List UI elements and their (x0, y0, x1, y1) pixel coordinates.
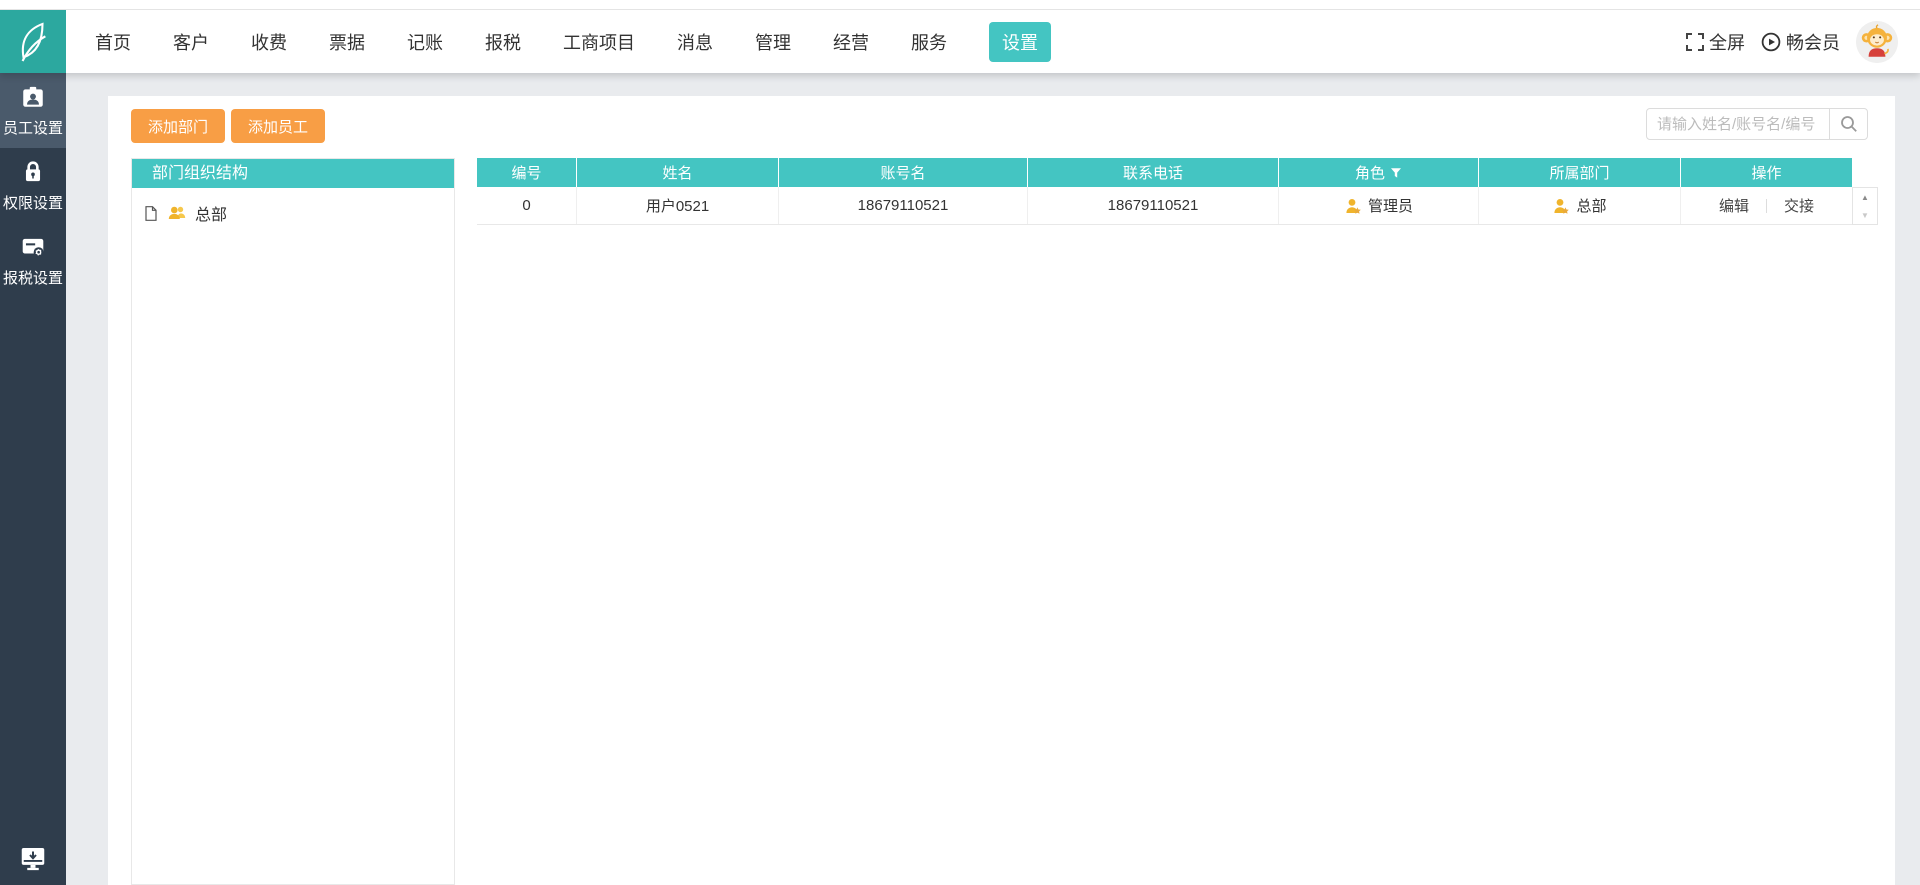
topbar-right-tools: 全屏 畅会员 (1686, 10, 1898, 73)
left-sidebar: 员工设置 权限设置 报税设置 (0, 73, 66, 885)
column-header-name: 姓名 (576, 158, 778, 187)
row-scroll-stepper: ▲ ▼ (1852, 187, 1878, 225)
member-video-button[interactable]: 畅会员 (1761, 29, 1840, 55)
app-logo[interactable] (0, 10, 66, 73)
sidebar-item-label: 权限设置 (2, 194, 63, 212)
sidebar-item-employee-settings[interactable]: 员工设置 (0, 73, 66, 148)
monkey-avatar-image (1856, 20, 1898, 63)
lock-icon (20, 159, 46, 185)
edit-action-link[interactable]: 编辑 (1719, 195, 1749, 216)
column-header-actions: 操作 (1680, 158, 1852, 187)
cell-name: 用户0521 (576, 187, 778, 224)
column-header-phone: 联系电话 (1027, 158, 1278, 187)
sidebar-item-label: 员工设置 (2, 119, 63, 137)
download-client-button[interactable] (0, 843, 66, 873)
filter-icon[interactable] (1390, 167, 1402, 179)
step-down-icon[interactable]: ▼ (1853, 206, 1877, 224)
nav-item-home[interactable]: 首页 (95, 29, 131, 55)
nav-item-operations[interactable]: 经营 (833, 29, 869, 55)
column-header-account: 账号名 (778, 158, 1027, 187)
content-card: 添加部门 添加员工 部门组织结构 (108, 96, 1895, 885)
column-header-department: 所属部门 (1478, 158, 1680, 187)
action-divider (1766, 198, 1767, 213)
fullscreen-button[interactable]: 全屏 (1686, 29, 1745, 55)
search-input[interactable] (1647, 109, 1829, 139)
nav-item-messages[interactable]: 消息 (677, 29, 713, 55)
sidebar-item-tax-settings[interactable]: 报税设置 (0, 223, 66, 298)
nav-item-tax-filing[interactable]: 报税 (485, 29, 521, 55)
group-icon (167, 203, 187, 223)
nav-item-invoices[interactable]: 票据 (329, 29, 365, 55)
cell-department: 总部 (1478, 187, 1680, 224)
tax-card-icon (20, 234, 46, 260)
nav-item-bookkeeping[interactable]: 记账 (407, 29, 443, 55)
column-header-role: 角色 (1278, 158, 1478, 187)
employee-table: 编号 姓名 账号名 联系电话 角色 所属部门 操作 0 用户0521 18679… (477, 158, 1852, 225)
add-department-button[interactable]: 添加部门 (131, 109, 226, 143)
nav-item-management[interactable]: 管理 (755, 29, 791, 55)
employee-badge-icon (20, 84, 46, 110)
column-header-id: 编号 (477, 158, 576, 187)
nav-item-customers[interactable]: 客户 (173, 29, 209, 55)
cell-phone: 18679110521 (1027, 187, 1278, 224)
add-employee-button[interactable]: 添加员工 (231, 109, 326, 143)
tree-item-headquarters[interactable]: 总部 (132, 195, 454, 231)
cell-actions: 编辑 交接 (1680, 187, 1852, 224)
table-row: 0 用户0521 18679110521 18679110521 管理员 总部 … (477, 187, 1852, 225)
employee-search-box (1646, 108, 1868, 140)
file-icon (143, 205, 159, 222)
play-circle-icon (1761, 32, 1781, 52)
cell-id: 0 (522, 197, 531, 214)
person-star-icon (1552, 197, 1570, 215)
leaf-logo-icon (14, 20, 52, 64)
top-navigation-bar: 首页 客户 收费 票据 记账 报税 工商项目 消息 管理 经营 服务 设置 全屏 (0, 0, 1920, 73)
tree-item-label: 总部 (195, 207, 228, 224)
cell-role: 管理员 (1278, 187, 1478, 224)
table-header-row: 编号 姓名 账号名 联系电话 角色 所属部门 操作 (477, 158, 1852, 187)
transfer-action-link[interactable]: 交接 (1784, 195, 1814, 216)
nav-item-business-projects[interactable]: 工商项目 (563, 29, 635, 55)
person-star-icon (1344, 197, 1362, 215)
department-tree-panel: 部门组织结构 总部 (131, 158, 455, 885)
sidebar-item-label: 报税设置 (2, 269, 63, 287)
fullscreen-icon (1686, 32, 1704, 51)
member-label: 畅会员 (1786, 32, 1840, 53)
search-button[interactable] (1829, 109, 1867, 139)
main-menu: 首页 客户 收费 票据 记账 报税 工商项目 消息 管理 经营 服务 设置 (95, 10, 1051, 73)
search-icon (1840, 116, 1857, 132)
download-client-icon (18, 843, 48, 873)
tree-panel-title: 部门组织结构 (132, 159, 454, 188)
sidebar-item-permission-settings[interactable]: 权限设置 (0, 148, 66, 223)
step-up-icon[interactable]: ▲ (1853, 188, 1877, 206)
nav-item-settings[interactable]: 设置 (989, 21, 1051, 62)
fullscreen-label: 全屏 (1709, 32, 1745, 53)
user-avatar[interactable] (1856, 20, 1898, 63)
nav-item-services[interactable]: 服务 (911, 29, 947, 55)
nav-item-billing[interactable]: 收费 (251, 29, 287, 55)
cell-account: 18679110521 (778, 187, 1027, 224)
